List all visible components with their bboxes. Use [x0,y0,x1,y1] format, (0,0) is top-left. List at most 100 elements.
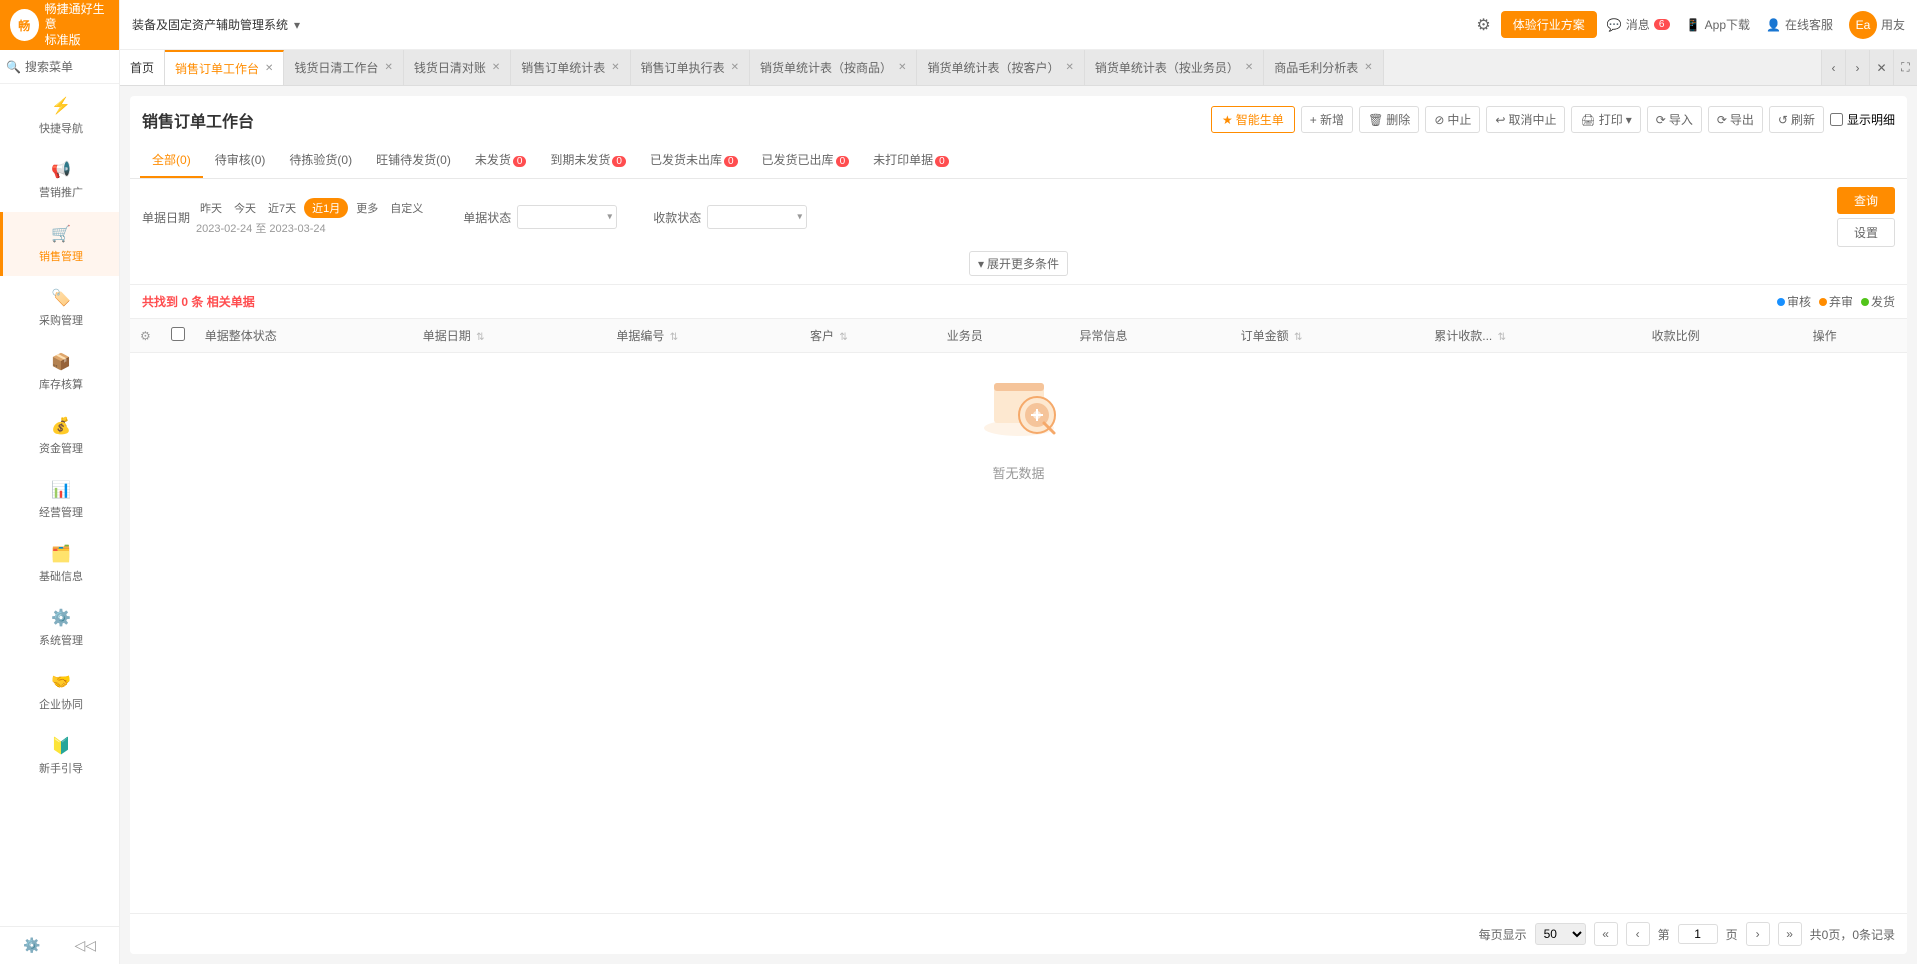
filter-settings-btn[interactable]: 设置 [1837,218,1895,247]
number-sort-icon[interactable]: ⇅ [670,332,678,343]
sidebar-search[interactable]: 🔍 搜索菜单 [0,50,119,84]
refresh-btn[interactable]: ↺ 刷新 [1769,106,1824,133]
sidebar-item-enterprise[interactable]: 🤝 企业协同 [0,660,119,724]
col-date[interactable]: 单据日期 ⇅ [413,319,607,353]
table-scroll-container[interactable]: ⚙ 单据整体状态 单据日期 ⇅ [130,319,1907,913]
user-menu[interactable]: Ea 用友 [1849,11,1905,39]
message-btn[interactable]: 💬 消息 6 [1607,16,1670,33]
select-all-checkbox[interactable] [171,327,185,341]
date-option-today[interactable]: 今天 [230,198,260,218]
first-page-btn[interactable]: « [1594,922,1618,946]
cancel-audit-btn[interactable]: 弃审 [1819,293,1853,310]
col-accumulated[interactable]: 累计收款... ⇅ [1424,319,1641,353]
customer-sort-icon[interactable]: ⇅ [839,332,847,343]
cancel-stop-btn[interactable]: ↩ 取消中止 [1486,106,1565,133]
date-option-custom[interactable]: 自定义 [386,198,427,218]
sub-tab-expired[interactable]: 到期未发货0 [538,143,638,178]
sidebar-item-marketing[interactable]: 📢 营销推广 [0,148,119,212]
date-option-yesterday[interactable]: 昨天 [196,198,226,218]
system-dropdown-icon[interactable]: ▾ [294,18,300,32]
stop-btn[interactable]: ⊘ 中止 [1425,106,1480,133]
col-customer[interactable]: 客户 ⇅ [800,319,937,353]
date-option-1month[interactable]: 近1月 [304,198,348,218]
prev-page-btn[interactable]: ‹ [1626,922,1650,946]
status-select[interactable] [517,205,617,229]
sub-tab-not-shipped[interactable]: 未发货0 [463,143,539,178]
topbar-settings-icon[interactable]: ⚙ [1476,15,1490,35]
settings-bottom-icon[interactable]: ⚙️ [23,937,40,954]
sub-tab-wangpu-pending[interactable]: 旺铺待发货(0) [364,143,463,178]
tab-sales-stat5[interactable]: 销货单统计表（按业务员） ✕ [1085,50,1264,86]
col-number[interactable]: 单据编号 ⇅ [606,319,800,353]
col-salesman[interactable]: 业务员 [937,319,1070,353]
payment-select[interactable] [707,205,807,229]
sub-tab-shipped-not-out[interactable]: 已发货未出库0 [638,143,750,178]
tab-sales-stat3[interactable]: 销货单统计表（按商品） ✕ [750,50,917,86]
ship-btn[interactable]: 发货 [1861,293,1895,310]
amount-sort-icon[interactable]: ⇅ [1294,332,1302,343]
industry-btn[interactable]: 体验行业方案 [1501,11,1597,38]
app-download-btn[interactable]: 📱 App下载 [1686,16,1750,33]
tab-close-sales-stat5[interactable]: ✕ [1245,62,1253,73]
tab-close-sales-stat1[interactable]: ✕ [611,62,619,73]
tab-cash-daily[interactable]: 钱货日清工作台 ✕ [284,50,403,86]
tab-sales-stat4[interactable]: 销货单统计表（按客户） ✕ [917,50,1084,86]
sidebar-item-basic[interactable]: 🗂️ 基础信息 [0,532,119,596]
sub-tab-pending-review[interactable]: 待审核(0) [203,143,278,178]
sidebar-item-sales[interactable]: 🛒 销售管理 [0,212,119,276]
export-btn[interactable]: ⟳ 导出 [1708,106,1763,133]
tab-close-cash-reconcile[interactable]: ✕ [492,62,500,73]
last-page-btn[interactable]: » [1778,922,1802,946]
accumulated-sort-icon[interactable]: ⇅ [1498,332,1506,343]
sidebar-item-purchase[interactable]: 🏷️ 采购管理 [0,276,119,340]
query-btn[interactable]: 查询 [1837,187,1895,214]
tab-home[interactable]: 首页 [120,50,165,86]
tab-sales-stat2[interactable]: 销售订单执行表 ✕ [631,50,750,86]
tab-scroll-left[interactable]: ‹ [1821,50,1845,86]
sub-tab-all[interactable]: 全部(0) [140,143,203,178]
tab-close-cash-daily[interactable]: ✕ [384,62,392,73]
sub-tab-pending-check[interactable]: 待拣验货(0) [277,143,364,178]
sub-tab-not-printed[interactable]: 未打印单据0 [861,143,961,178]
tab-close-sales-order[interactable]: ✕ [265,63,273,74]
tab-close-goods-margin[interactable]: ✕ [1364,62,1372,73]
sidebar-item-guide[interactable]: 🔰 新手引导 [0,724,119,788]
expand-btn[interactable]: ▾ 展开更多条件 [969,251,1068,276]
show-detail-checkbox[interactable] [1830,113,1843,126]
sidebar-item-quicknav[interactable]: ⚡ 快捷导航 [0,84,119,148]
tab-close-all[interactable]: ✕ [1869,50,1893,86]
tab-close-sales-stat2[interactable]: ✕ [731,62,739,73]
online-service-btn[interactable]: 👤 在线客服 [1766,16,1833,33]
tab-close-sales-stat4[interactable]: ✕ [1065,62,1073,73]
tab-fullscreen[interactable]: ⛶ [1893,50,1917,86]
per-page-select[interactable]: 10 20 50 100 [1535,923,1586,945]
print-dropdown-icon[interactable]: ▾ [1626,113,1632,127]
col-amount[interactable]: 订单金额 ⇅ [1231,319,1425,353]
col-checkbox[interactable] [161,319,195,353]
sidebar-item-operations[interactable]: 📊 经营管理 [0,468,119,532]
tab-close-sales-stat3[interactable]: ✕ [898,62,906,73]
sidebar-item-system[interactable]: ⚙️ 系统管理 [0,596,119,660]
date-sort-icon[interactable]: ⇅ [476,332,484,343]
date-option-7days[interactable]: 近7天 [264,198,300,218]
sub-tab-shipped-out[interactable]: 已发货已出库0 [750,143,862,178]
col-settings[interactable]: ⚙ [130,319,161,353]
sidebar-item-inventory[interactable]: 📦 库存核算 [0,340,119,404]
tab-cash-reconcile[interactable]: 钱货日清对账 ✕ [404,50,511,86]
tab-sales-order[interactable]: 销售订单工作台 ✕ [165,50,284,86]
import-btn[interactable]: ⟳ 导入 [1647,106,1702,133]
print-btn[interactable]: 🖨 打印 ▾ [1571,106,1640,133]
next-page-btn[interactable]: › [1746,922,1770,946]
sidebar-item-finance[interactable]: 💰 资金管理 [0,404,119,468]
new-btn[interactable]: + 新增 [1301,106,1353,133]
audit-btn[interactable]: 审核 [1777,293,1811,310]
page-input[interactable] [1678,924,1718,944]
show-detail-label[interactable]: 显示明细 [1830,111,1895,128]
date-option-more[interactable]: 更多 [352,198,382,218]
collapse-icon[interactable]: ◁◁ [74,937,96,954]
tab-scroll-right[interactable]: › [1845,50,1869,86]
tab-sales-stat1[interactable]: 销售订单统计表 ✕ [511,50,630,86]
smart-create-btn[interactable]: ★ 智能生单 [1211,106,1295,133]
delete-btn[interactable]: 🗑 删除 [1359,106,1419,133]
tab-goods-margin[interactable]: 商品毛利分析表 ✕ [1264,50,1383,86]
